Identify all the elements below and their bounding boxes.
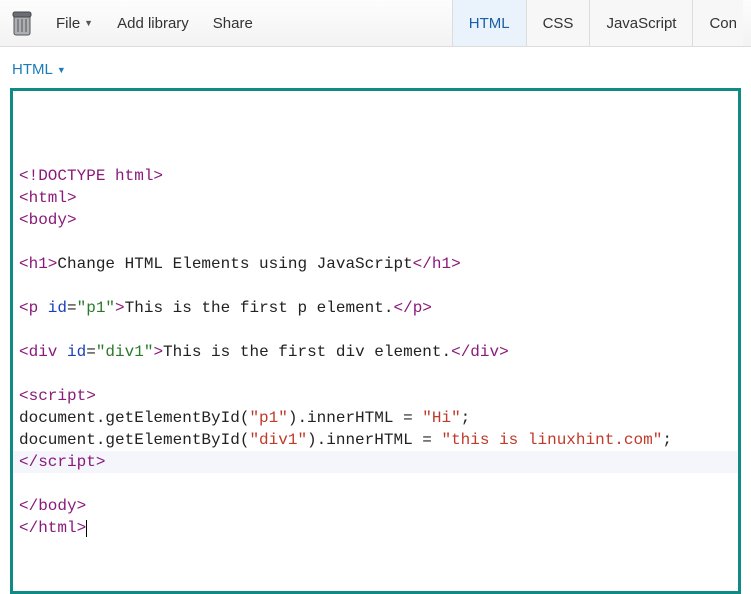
jsbin-logo-icon[interactable] bbox=[8, 9, 36, 37]
file-menu-label: File bbox=[56, 15, 80, 32]
tab-html[interactable]: HTML bbox=[452, 0, 526, 46]
top-toolbar: File ▼ Add library Share HTML CSS JavaSc… bbox=[0, 0, 751, 47]
add-library-menu[interactable]: Add library bbox=[107, 9, 199, 38]
file-menu[interactable]: File ▼ bbox=[46, 9, 103, 38]
editor-frame: <!DOCTYPE html> <html> <body> <h1>Change… bbox=[10, 88, 741, 594]
text-cursor bbox=[86, 520, 87, 537]
caret-down-icon: ▼ bbox=[57, 65, 66, 75]
tab-javascript[interactable]: JavaScript bbox=[589, 0, 692, 46]
tab-js-label: JavaScript bbox=[606, 15, 676, 32]
add-library-label: Add library bbox=[117, 15, 189, 32]
panel-tabs: HTML CSS JavaScript Con bbox=[452, 0, 743, 46]
language-selector-label: HTML bbox=[12, 61, 53, 78]
panel-subbar: HTML ▼ bbox=[0, 47, 751, 84]
tab-console[interactable]: Con bbox=[692, 0, 743, 46]
tab-console-label: Con bbox=[709, 15, 737, 32]
caret-down-icon: ▼ bbox=[84, 18, 93, 28]
tab-html-label: HTML bbox=[469, 15, 510, 32]
language-selector[interactable]: HTML ▼ bbox=[12, 61, 66, 78]
share-menu[interactable]: Share bbox=[203, 9, 263, 38]
share-label: Share bbox=[213, 15, 253, 32]
tab-css-label: CSS bbox=[543, 15, 574, 32]
tab-css[interactable]: CSS bbox=[526, 0, 590, 46]
code-editor[interactable]: <!DOCTYPE html> <html> <body> <h1>Change… bbox=[13, 91, 738, 591]
